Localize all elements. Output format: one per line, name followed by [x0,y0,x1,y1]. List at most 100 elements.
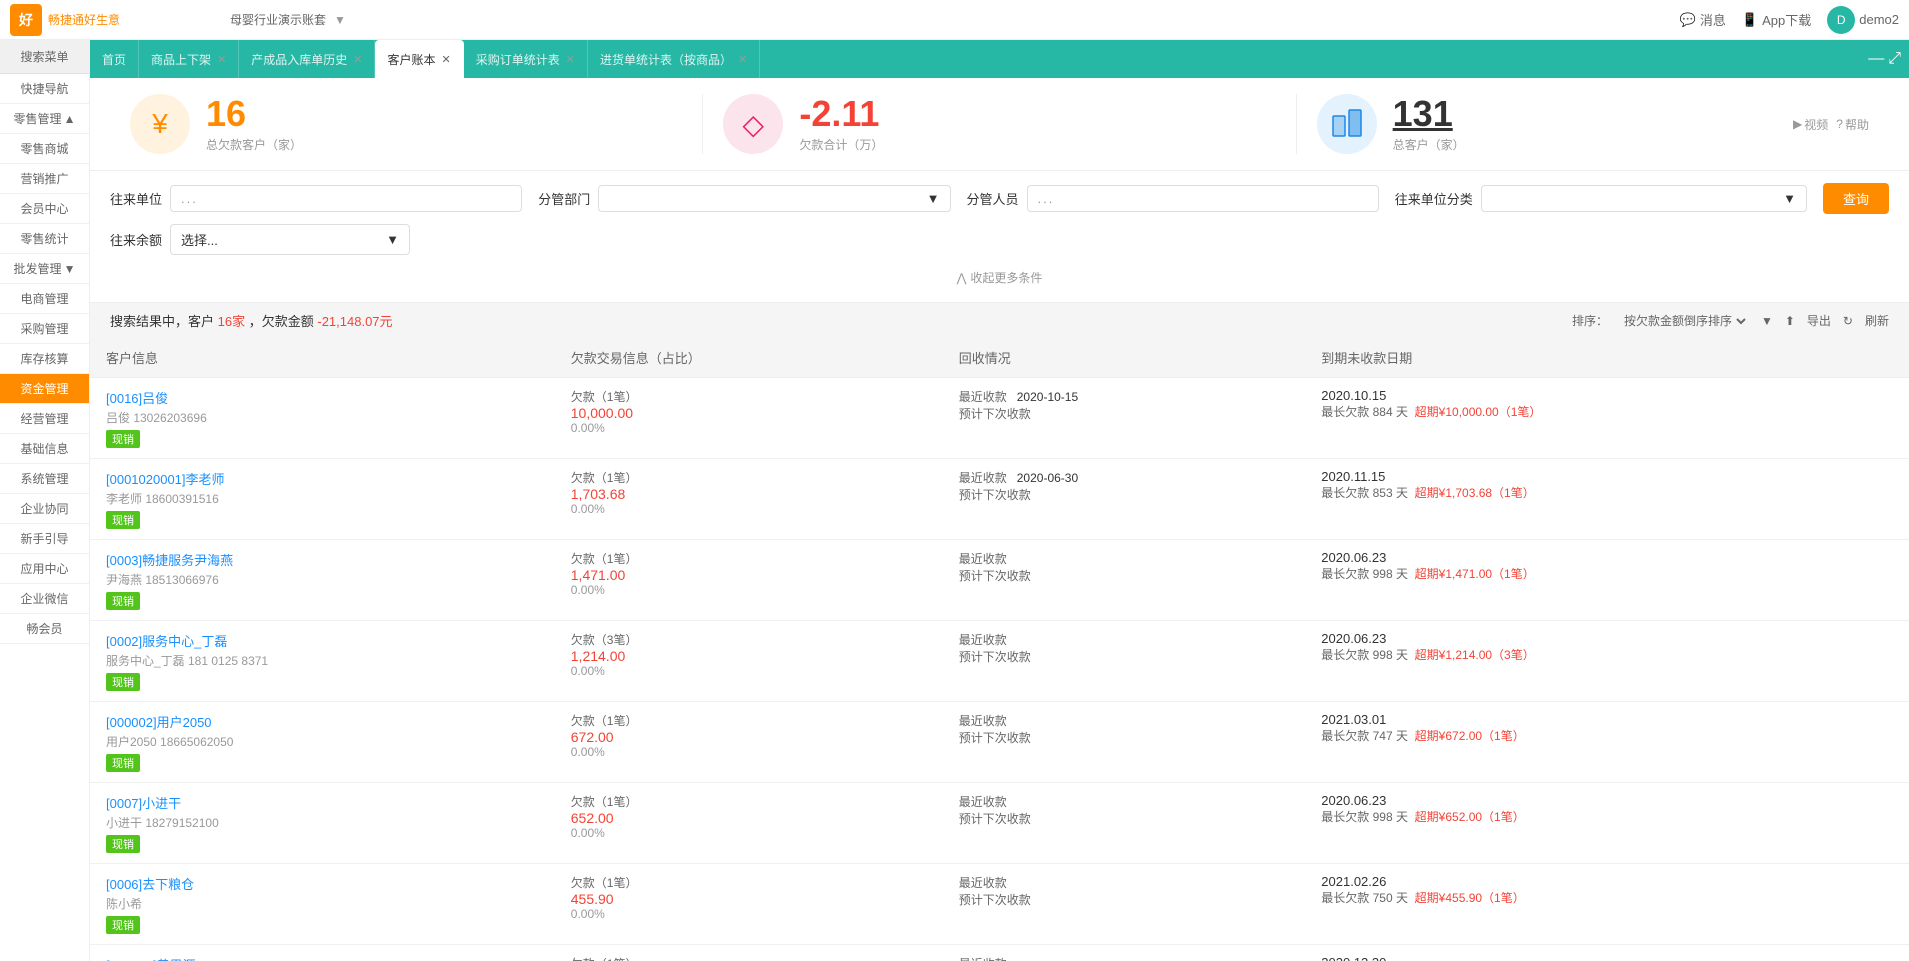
overdue-amount-link-1[interactable]: 超期¥1,703.68（1笔） [1415,486,1535,500]
customer-name-0[interactable]: [0016]吕俊 [106,388,539,407]
chevron-icon: ▲ [64,112,76,126]
sidebar-item-purchase[interactable]: 采购管理 [0,314,89,344]
sort-select[interactable]: 按欠款金额倒序排序 [1620,313,1749,329]
cell-due-4: 2021.03.01 最长欠款 747 天 超期¥672.00（1笔） [1305,702,1909,783]
sidebar-item-quick-nav[interactable]: 快捷导航 [0,74,89,104]
tab-goods-stats-close[interactable]: ✕ [738,53,747,66]
video-btn[interactable]: ▶ 视频 [1793,116,1828,133]
customer-name-4[interactable]: [000002]用户2050 [106,712,539,731]
result-prefix: 搜索结果中，客户 [110,314,214,329]
next-collection-4: 预计下次收款 [959,729,1290,746]
sidebar-item-ecommerce[interactable]: 电商管理 [0,284,89,314]
sidebar-item-finance[interactable]: 资金管理 [0,374,89,404]
company-dropdown-icon[interactable]: ▼ [334,13,346,27]
debt-amount-6[interactable]: 455.90 [571,891,927,907]
overdue-amount-link-4[interactable]: 超期¥672.00（1笔） [1415,729,1525,743]
sidebar-item-operations[interactable]: 经营管理 [0,404,89,434]
collapse-btn[interactable]: ⋀ 收起更多条件 [957,269,1043,286]
tab-product-status-close[interactable]: ✕ [217,53,226,66]
tab-customer-account-close[interactable]: ✕ [442,53,451,66]
tab-finished-goods[interactable]: 产成品入库单历史 ✕ [239,40,375,78]
sidebar-item-member[interactable]: 会员中心 [0,194,89,224]
message-btn[interactable]: 💬 消息 [1680,10,1726,29]
refresh-btn[interactable]: 刷新 [1865,312,1889,329]
filter-label-unit: 往来单位 [110,189,162,208]
tab-product-status[interactable]: 商品上下架 ✕ [139,40,239,78]
debt-amount-4[interactable]: 672.00 [571,729,927,745]
export-btn[interactable]: 导出 [1807,312,1831,329]
cell-collection-2: 最近收款 预计下次收款 [943,540,1306,621]
sidebar-item-newbie[interactable]: 新手引导 [0,524,89,554]
cell-customer-7: [000001]黄思源 黄思源 13552700226 现销 [90,945,555,961]
due-date-3: 2020.06.23 [1321,631,1893,646]
tab-customer-account[interactable]: 客户账本 ✕ [375,40,463,78]
sidebar-item-marketing[interactable]: 营销推广 [0,164,89,194]
filter-select-category[interactable]: ▼ [1481,185,1807,212]
avatar: D [1827,6,1855,34]
customer-name-5[interactable]: [0007]小进干 [106,793,539,812]
cell-customer-0: [0016]吕俊 吕俊 13026203696 现销 [90,378,555,459]
tab-expand-icon[interactable]: ⤢ [1888,50,1901,68]
filter-select-balance[interactable]: 选择... ▼ [170,224,410,255]
tab-purchase-stats-close[interactable]: ✕ [566,53,575,66]
overdue-amount-link-6[interactable]: 超期¥455.90（1笔） [1415,891,1525,905]
debt-amount-3[interactable]: 1,214.00 [571,648,927,664]
customer-sub-0: 吕俊 13026203696 [106,409,539,426]
filter-input-unit[interactable]: ... [170,185,522,212]
app-download-btn[interactable]: 📱 App下载 [1742,10,1811,29]
sidebar-item-app-center[interactable]: 应用中心 [0,554,89,584]
customer-name-3[interactable]: [0002]服务中心_丁磊 [106,631,539,650]
tab-purchase-stats[interactable]: 采购订单统计表 ✕ [464,40,588,78]
sidebar-item-retail-mgmt[interactable]: 零售管理 ▲ [0,104,89,134]
cell-debt-1: 欠款（1笔） 1,703.68 0.00% [555,459,943,540]
sidebar-item-basic-info[interactable]: 基础信息 [0,434,89,464]
debt-amount-5[interactable]: 652.00 [571,810,927,826]
tab-minimize-icon[interactable]: — [1868,50,1884,68]
sidebar-item-system[interactable]: 系统管理 [0,464,89,494]
debt-amount-1[interactable]: 1,703.68 [571,486,927,502]
sidebar-item-inventory[interactable]: 库存核算 [0,344,89,374]
user-avatar-btn[interactable]: D demo2 [1827,6,1899,34]
result-amount: -21,148.07元 [317,314,392,329]
overdue-amount-link-3[interactable]: 超期¥1,214.00（3笔） [1415,648,1535,662]
overdue-amount-link-5[interactable]: 超期¥652.00（1笔） [1415,810,1525,824]
customer-name-6[interactable]: [0006]去下粮仓 [106,874,539,893]
customer-name-1[interactable]: [0001020001]李老师 [106,469,539,488]
sidebar-item-member2[interactable]: 畅会员 [0,614,89,644]
sidebar-item-wholesale-mgmt[interactable]: 批发管理 ▼ [0,254,89,284]
cell-debt-2: 欠款（1笔） 1,471.00 0.00% [555,540,943,621]
stat-label-total-debt: 欠款合计（万） [799,136,883,153]
cell-collection-0: 最近收款 2020-10-15 预计下次收款 [943,378,1306,459]
sidebar-item-retail-mall[interactable]: 零售商城 [0,134,89,164]
search-button[interactable]: 查询 [1823,183,1889,214]
customer-name-7[interactable]: [000001]黄思源 [106,955,539,961]
tab-finished-goods-close[interactable]: ✕ [353,53,362,66]
overdue-amount-link-2[interactable]: 超期¥1,471.00（1笔） [1415,567,1535,581]
stat-info-total-debt: -2.11 欠款合计（万） [799,96,883,153]
sidebar-item-enterprise[interactable]: 企业协同 [0,494,89,524]
customer-sub-4: 用户2050 18665062050 [106,733,539,750]
stat-icon-total-customers [1317,94,1377,154]
cell-collection-3: 最近收款 预计下次收款 [943,621,1306,702]
filter-input-person[interactable]: ... [1027,185,1379,212]
stat-info-total-customers: 131 总客户（家） [1393,96,1465,153]
debt-amount-0[interactable]: 10,000.00 [571,405,927,421]
filter-label-category: 往来单位分类 [1395,189,1473,208]
tab-goods-stats[interactable]: 进货单统计表（按商品） ✕ [588,40,760,78]
logo-area: 好 畅捷通好生意 [10,4,210,36]
help-btn[interactable]: ? 帮助 [1836,116,1869,133]
sidebar-item-wechat[interactable]: 企业微信 [0,584,89,614]
cell-due-0: 2020.10.15 最长欠款 884 天 超期¥10,000.00（1笔） [1305,378,1909,459]
overdue-amount-link-0[interactable]: 超期¥10,000.00（1笔） [1415,405,1542,419]
sidebar-item-retail-stats[interactable]: 零售统计 [0,224,89,254]
sidebar-search[interactable]: 搜索菜单 [0,40,89,74]
filter-select-dept[interactable]: ▼ [598,185,950,212]
table-row: [0002]服务中心_丁磊 服务中心_丁磊 181 0125 8371 现销 欠… [90,621,1909,702]
cell-debt-4: 欠款（1笔） 672.00 0.00% [555,702,943,783]
table-row: [000001]黄思源 黄思源 13552700226 现销 欠款（1笔） 42… [90,945,1909,961]
customer-name-2[interactable]: [0003]畅捷服务尹海燕 [106,550,539,569]
tab-home[interactable]: 首页 [90,40,139,78]
debt-amount-2[interactable]: 1,471.00 [571,567,927,583]
due-date-6: 2021.02.26 [1321,874,1893,889]
customer-sub-3: 服务中心_丁磊 181 0125 8371 [106,652,539,669]
